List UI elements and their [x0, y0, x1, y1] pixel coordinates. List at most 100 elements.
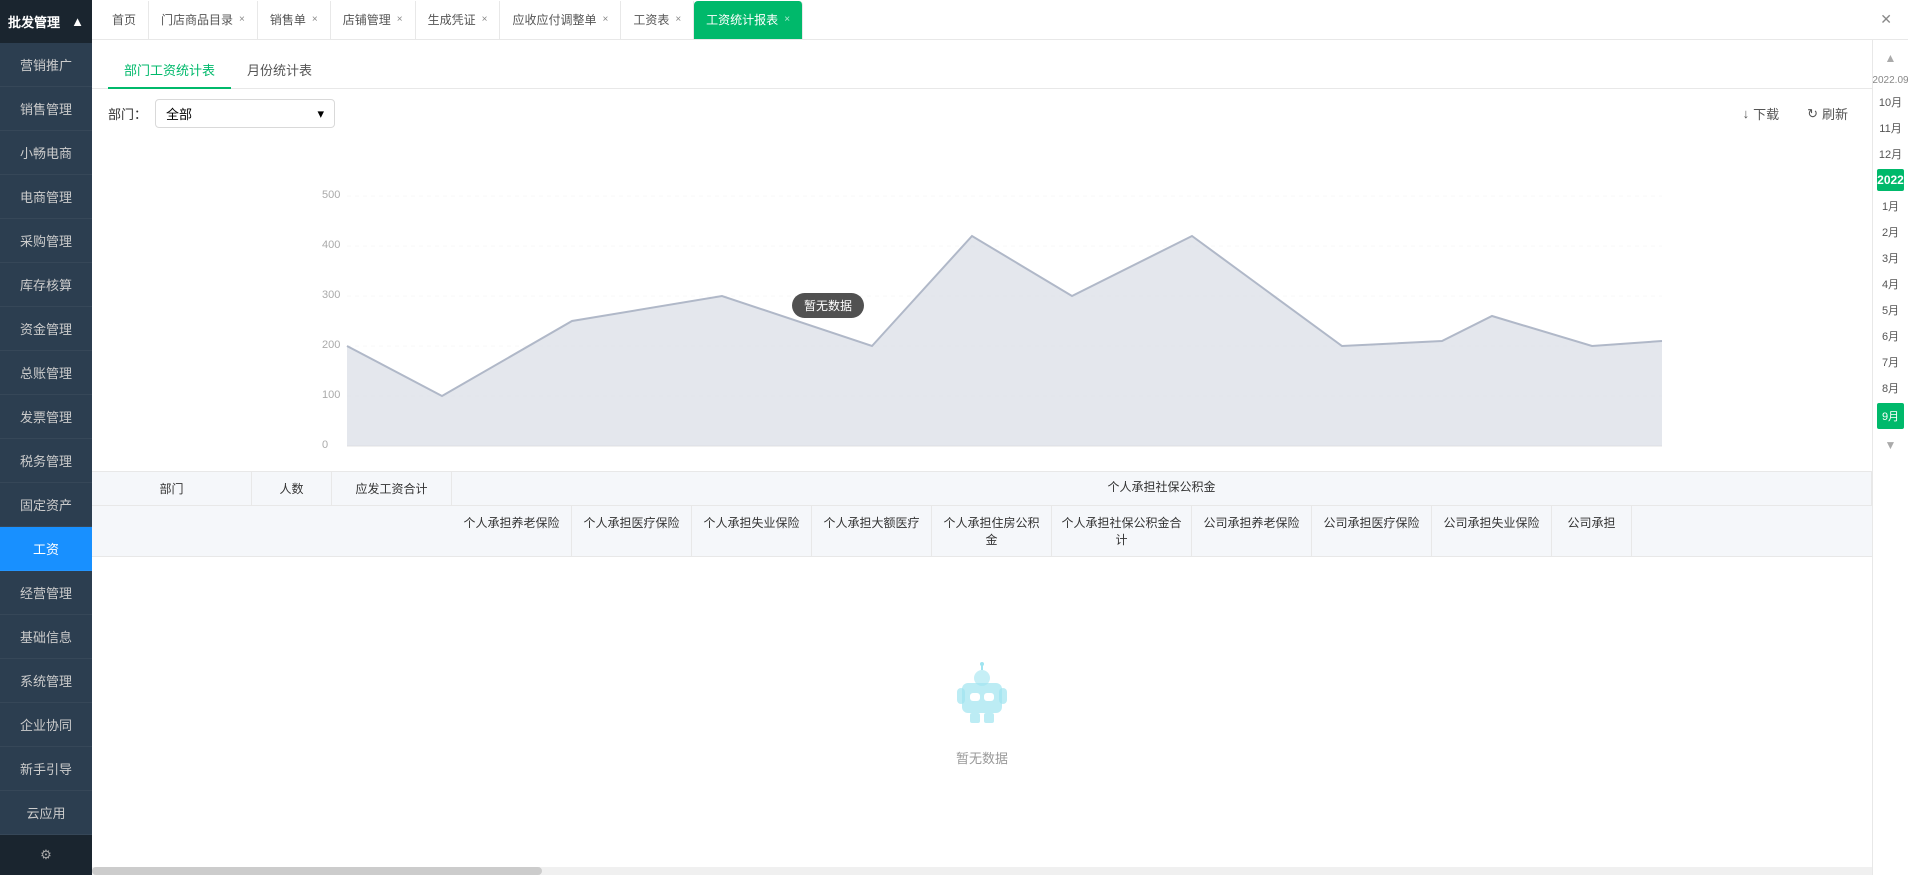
sidebar-item-小畅电商[interactable]: 小畅电商	[0, 131, 92, 175]
svg-text:100: 100	[322, 389, 340, 401]
tab-close-icon[interactable]: ×	[312, 14, 318, 25]
gear-icon: ⚙	[40, 847, 52, 862]
th-personal-pension: 个人承担养老保险	[452, 506, 572, 556]
th-wage-total: 应发工资合计	[332, 472, 452, 506]
toolbar: 部门： 全部 ▾ ↓ 下载 ↻ 刷新	[92, 89, 1872, 138]
th-dept: 部门	[92, 472, 252, 506]
tab-首页[interactable]: 首页	[100, 1, 149, 39]
sidebar-item-营销推广[interactable]: 营销推广	[0, 43, 92, 87]
tab-close-icon[interactable]: ×	[602, 14, 608, 25]
tab-bar-close-btn[interactable]: ✕	[1872, 7, 1900, 32]
date-down-btn[interactable]: ▼	[1877, 431, 1905, 459]
date-item-10月[interactable]: 10月	[1873, 89, 1908, 115]
sidebar-item-固定资产[interactable]: 固定资产	[0, 483, 92, 527]
sidebar-item-电商管理[interactable]: 电商管理	[0, 175, 92, 219]
refresh-icon: ↻	[1807, 106, 1818, 122]
sidebar-item-经营管理[interactable]: 经营管理	[0, 571, 92, 615]
th-personal-unemployment: 个人承担失业保险	[692, 506, 812, 556]
table-scrollbar[interactable]	[92, 867, 1872, 875]
empty-text: 暂无数据	[956, 748, 1008, 767]
sidebar-item-销售管理[interactable]: 销售管理	[0, 87, 92, 131]
table-scrollbar-thumb[interactable]	[92, 867, 542, 875]
dept-select-value: 全部	[166, 104, 192, 123]
sidebar-item-库存核算[interactable]: 库存核算	[0, 263, 92, 307]
tab-销售单[interactable]: 销售单×	[258, 1, 331, 39]
th-personal-major-medical: 个人承担大额医疗	[812, 506, 932, 556]
date-item-11月[interactable]: 11月	[1873, 115, 1908, 141]
dept-select[interactable]: 全部 ▾	[155, 99, 335, 128]
date-item-5月[interactable]: 5月	[1873, 297, 1908, 323]
th-company-medical: 公司承担医疗保险	[1312, 506, 1432, 556]
table-header-row2: 个人承担养老保险 个人承担医疗保险 个人承担失业保险 个人承担大额医疗 个人承担…	[92, 506, 1872, 556]
area-chart: 0 100 200 300 400 500	[108, 148, 1856, 458]
date-item-3月[interactable]: 3月	[1873, 245, 1908, 271]
svg-text:300: 300	[322, 289, 340, 301]
tab-工资表[interactable]: 工资表×	[621, 1, 694, 39]
date-item-1月[interactable]: 1月	[1873, 193, 1908, 219]
date-year-2022-label: 2022.09	[1873, 72, 1908, 89]
sidebar-item-税务管理[interactable]: 税务管理	[0, 439, 92, 483]
th-personal-housing-fund: 个人承担住房公积金	[932, 506, 1052, 556]
svg-text:500: 500	[322, 189, 340, 201]
svg-text:400: 400	[322, 239, 340, 251]
date-item-6月[interactable]: 6月	[1873, 323, 1908, 349]
date-item-7月[interactable]: 7月	[1873, 349, 1908, 375]
chevron-down-icon: ▾	[317, 106, 324, 122]
table-area: 部门 人数 应发工资合计 个人承担社保公积金 个人承担养老保险 个人承担医疗保险…	[92, 471, 1872, 875]
sidebar-item-新手引导[interactable]: 新手引导	[0, 747, 92, 791]
tab-工资统计报表[interactable]: 工资统计报表×	[694, 1, 803, 39]
sidebar-item-发票管理[interactable]: 发票管理	[0, 395, 92, 439]
sidebar-title: 批发管理	[8, 12, 60, 31]
sidebar-item-工资[interactable]: 工资	[0, 527, 92, 571]
svg-text:0: 0	[322, 439, 328, 451]
th-personal-total: 个人承担社保公积金合计	[1052, 506, 1192, 556]
tab-应收应付调整单[interactable]: 应收应付调整单×	[500, 1, 621, 39]
toolbar-right: ↓ 下载 ↻ 刷新	[1735, 100, 1856, 127]
date-up-btn[interactable]: ▲	[1877, 44, 1905, 72]
tab-close-icon[interactable]: ×	[239, 14, 245, 25]
tab-close-icon[interactable]: ×	[397, 14, 403, 25]
refresh-button[interactable]: ↻ 刷新	[1799, 100, 1856, 127]
download-icon: ↓	[1743, 106, 1750, 121]
dept-label: 部门：	[108, 104, 147, 123]
tab-close-icon[interactable]: ×	[784, 14, 790, 25]
sidebar-item-云应用[interactable]: 云应用	[0, 791, 92, 835]
table-header-row1: 部门 人数 应发工资合计 个人承担社保公积金	[92, 472, 1872, 506]
sidebar-item-系统管理[interactable]: 系统管理	[0, 659, 92, 703]
sidebar-item-采购管理[interactable]: 采购管理	[0, 219, 92, 263]
th-personal-medical: 个人承担医疗保险	[572, 506, 692, 556]
sidebar-item-资金管理[interactable]: 资金管理	[0, 307, 92, 351]
toolbar-left: 部门： 全部 ▾	[108, 99, 335, 128]
sub-tab-月份统计表[interactable]: 月份统计表	[231, 52, 328, 89]
tab-店铺管理[interactable]: 店铺管理×	[331, 1, 416, 39]
date-item-4月[interactable]: 4月	[1873, 271, 1908, 297]
sidebar-item-企业协同[interactable]: 企业协同	[0, 703, 92, 747]
sidebar-items: 营销推广销售管理小畅电商电商管理采购管理库存核算资金管理总账管理发票管理税务管理…	[0, 43, 92, 835]
sidebar-footer[interactable]: ⚙	[0, 835, 92, 875]
date-sidebar: ▲ 2022.09 10月11月12月20221月2月3月4月5月6月7月8月9…	[1872, 40, 1908, 875]
date-item-2022[interactable]: 2022	[1877, 169, 1904, 191]
th-personal-social: 个人承担社保公积金	[452, 472, 1872, 506]
date-item-12月[interactable]: 12月	[1873, 141, 1908, 167]
sidebar-collapse-icon: ▲	[71, 14, 84, 29]
date-item-9月[interactable]: 9月	[1877, 403, 1904, 429]
tab-门店商品目录[interactable]: 门店商品目录×	[149, 1, 258, 39]
sub-tab-部门工资统计表[interactable]: 部门工资统计表	[108, 52, 231, 89]
tab-close-icon[interactable]: ×	[675, 14, 681, 25]
th-company-pension: 公司承担养老保险	[1192, 506, 1312, 556]
date-item-8月[interactable]: 8月	[1873, 375, 1908, 401]
sidebar-header[interactable]: 批发管理 ▲	[0, 0, 92, 43]
sidebar-item-基础信息[interactable]: 基础信息	[0, 615, 92, 659]
tab-close-icon[interactable]: ×	[482, 14, 488, 25]
download-button[interactable]: ↓ 下载	[1735, 100, 1788, 127]
sub-tabs: 部门工资统计表月份统计表	[92, 40, 1872, 89]
sidebar: 批发管理 ▲ 营销推广销售管理小畅电商电商管理采购管理库存核算资金管理总账管理发…	[0, 0, 92, 875]
tab-生成凭证[interactable]: 生成凭证×	[416, 1, 501, 39]
sidebar-item-总账管理[interactable]: 总账管理	[0, 351, 92, 395]
table-header: 部门 人数 应发工资合计 个人承担社保公积金 个人承担养老保险 个人承担医疗保险…	[92, 471, 1872, 557]
table-body-empty: 暂无数据	[92, 557, 1872, 867]
svg-text:200: 200	[322, 339, 340, 351]
date-item-2月[interactable]: 2月	[1873, 219, 1908, 245]
empty-state-icon	[942, 658, 1022, 738]
th-count: 人数	[252, 472, 332, 506]
